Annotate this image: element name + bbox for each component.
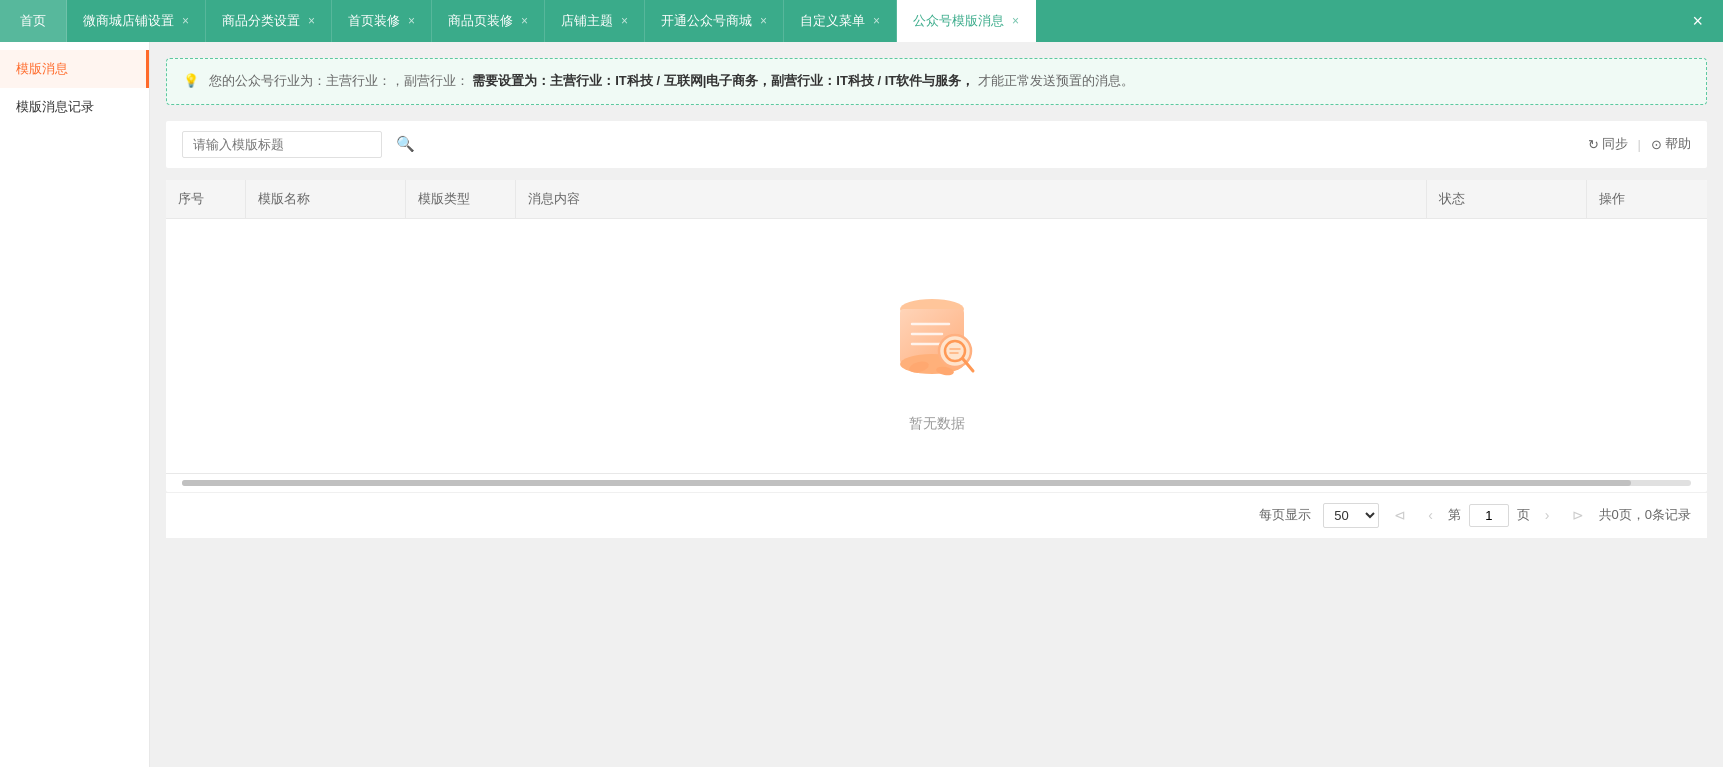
empty-state: 暂无数据 [166, 219, 1707, 473]
notice-suffix: 才能正常发送预置的消息。 [978, 73, 1134, 88]
th-action: 操作 [1587, 180, 1707, 218]
prev-page-button[interactable]: ‹ [1421, 504, 1440, 526]
notice-highlight: 需要设置为：主营行业：IT科技 / 互联网|电子商务，副营行业：IT科技 / I… [472, 73, 974, 88]
tab-close-wshop-settings[interactable]: × [182, 14, 189, 28]
sync-icon: ↻ [1588, 137, 1599, 152]
tab-item-custom-menu[interactable]: 自定义菜单 × [784, 0, 897, 42]
per-page-label: 每页显示 [1259, 506, 1311, 524]
content-area: 💡 您的公众号行业为：主营行业：，副营行业： 需要设置为：主营行业：IT科技 /… [150, 42, 1723, 767]
tab-close-custom-menu[interactable]: × [873, 14, 880, 28]
first-page-button[interactable]: ⊲ [1387, 504, 1413, 526]
th-type: 模版类型 [406, 180, 516, 218]
tab-close-product-decor[interactable]: × [521, 14, 528, 28]
empty-text: 暂无数据 [909, 415, 965, 433]
last-page-button[interactable]: ⊳ [1565, 504, 1591, 526]
search-input[interactable] [182, 131, 382, 158]
sidebar-item-template-msg-record[interactable]: 模版消息记录 [0, 88, 149, 126]
scrollbar-area[interactable] [166, 473, 1707, 492]
tab-close-category-settings[interactable]: × [308, 14, 315, 28]
tab-label-wshop-settings: 微商城店铺设置 [83, 12, 174, 30]
search-button[interactable]: 🔍 [388, 131, 423, 157]
help-label: 帮助 [1665, 135, 1691, 153]
tab-close-shop-theme[interactable]: × [621, 14, 628, 28]
tab-label-home: 首页 [20, 12, 46, 30]
tab-label-shop-theme: 店铺主题 [561, 12, 613, 30]
tab-item-product-decor[interactable]: 商品页装修 × [432, 0, 545, 42]
sidebar-item-template-msg[interactable]: 模版消息 [0, 50, 149, 88]
tab-close-template-msg[interactable]: × [1012, 14, 1019, 28]
tab-bar: 首页微商城店铺设置×商品分类设置×首页装修×商品页装修×店铺主题×开通公众号商城… [0, 0, 1723, 42]
th-seq: 序号 [166, 180, 246, 218]
tab-item-template-msg[interactable]: 公众号模版消息 × [897, 0, 1036, 42]
help-icon: ⊙ [1651, 137, 1662, 152]
tab-close-home-decor[interactable]: × [408, 14, 415, 28]
tab-item-open-mall[interactable]: 开通公众号商城 × [645, 0, 784, 42]
notice-box: 💡 您的公众号行业为：主营行业：，副营行业： 需要设置为：主营行业：IT科技 /… [166, 58, 1707, 105]
table-header: 序号模版名称模版类型消息内容状态操作 [166, 180, 1707, 219]
empty-icon [877, 279, 997, 399]
tab-label-category-settings: 商品分类设置 [222, 12, 300, 30]
help-button[interactable]: ⊙ 帮助 [1651, 135, 1691, 153]
th-name: 模版名称 [246, 180, 406, 218]
total-info: 共0页，0条记录 [1599, 506, 1691, 524]
tab-label-custom-menu: 自定义菜单 [800, 12, 865, 30]
th-content: 消息内容 [516, 180, 1427, 218]
th-status: 状态 [1427, 180, 1587, 218]
tab-item-home[interactable]: 首页 [0, 0, 67, 42]
sidebar: 模版消息模版消息记录 [0, 42, 150, 767]
page-label: 第 [1448, 506, 1461, 524]
notice-prefix: 您的公众号行业为：主营行业：，副营行业： [209, 73, 469, 88]
search-right: ↻ 同步 | ⊙ 帮助 [1588, 135, 1691, 153]
main-layout: 模版消息模版消息记录 💡 您的公众号行业为：主营行业：，副营行业： 需要设置为：… [0, 42, 1723, 767]
per-page-select[interactable]: 102050100 [1323, 503, 1379, 528]
pagination: 每页显示 102050100 ⊲ ‹ 第 页 › ⊳ 共0页，0条记录 [166, 492, 1707, 538]
tab-item-wshop-settings[interactable]: 微商城店铺设置 × [67, 0, 206, 42]
sync-label: 同步 [1602, 135, 1628, 153]
tab-label-open-mall: 开通公众号商城 [661, 12, 752, 30]
sync-button[interactable]: ↻ 同步 [1588, 135, 1628, 153]
tab-label-home-decor: 首页装修 [348, 12, 400, 30]
divider: | [1638, 137, 1641, 152]
page-unit: 页 [1517, 506, 1530, 524]
tab-label-product-decor: 商品页装修 [448, 12, 513, 30]
tab-item-shop-theme[interactable]: 店铺主题 × [545, 0, 645, 42]
page-input[interactable] [1469, 504, 1509, 527]
scrollbar-thumb[interactable] [182, 480, 1631, 486]
search-left: 🔍 [182, 131, 423, 158]
table-container: 序号模版名称模版类型消息内容状态操作 [166, 180, 1707, 492]
close-all-button[interactable]: × [1684, 11, 1711, 32]
search-bar: 🔍 ↻ 同步 | ⊙ 帮助 [166, 121, 1707, 168]
scrollbar-track[interactable] [182, 480, 1691, 486]
tab-item-category-settings[interactable]: 商品分类设置 × [206, 0, 332, 42]
tab-close-open-mall[interactable]: × [760, 14, 767, 28]
tab-item-home-decor[interactable]: 首页装修 × [332, 0, 432, 42]
bulb-icon: 💡 [183, 73, 199, 88]
tab-label-template-msg: 公众号模版消息 [913, 12, 1004, 30]
next-page-button[interactable]: › [1538, 504, 1557, 526]
